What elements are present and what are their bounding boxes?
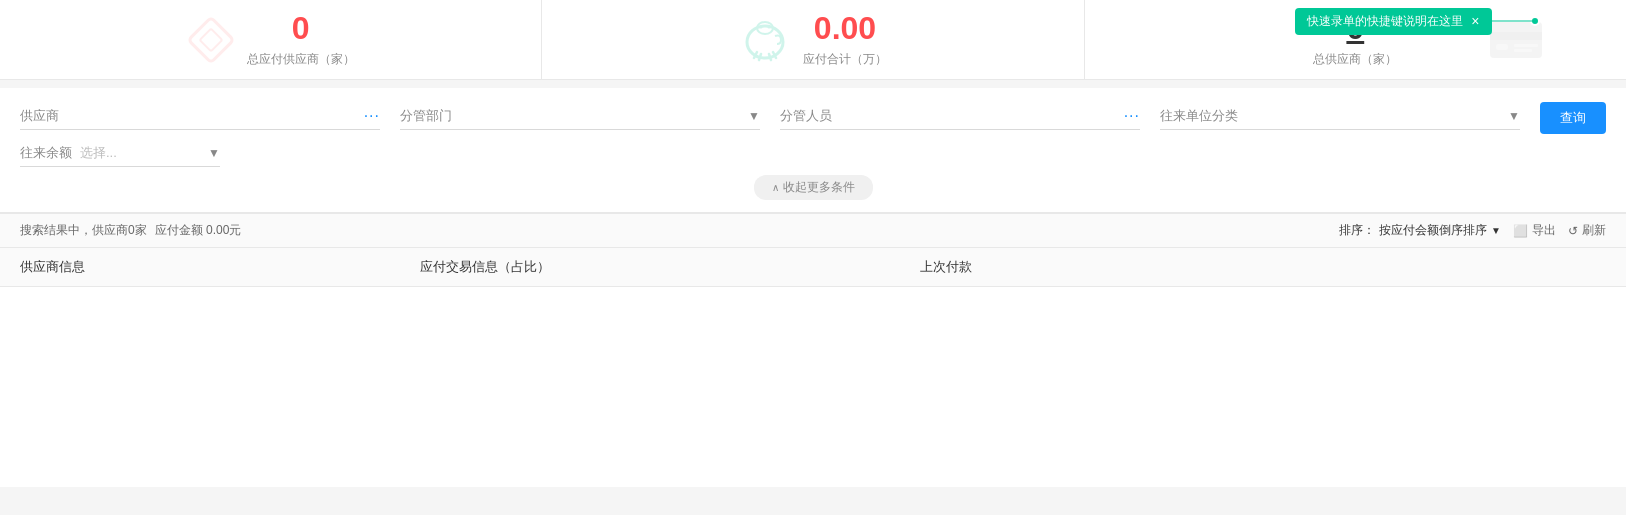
results-text: 搜索结果中，供应商0家 bbox=[20, 222, 147, 239]
sort-label: 排序： bbox=[1339, 222, 1375, 239]
filter-row-2: 往来余额 选择... ▼ bbox=[20, 144, 1606, 167]
payable-amount-label: 应付合计（万） bbox=[803, 51, 887, 68]
stat-total-suppliers: 快速录单的快捷键说明在这里 × 0 总供应商（家） bbox=[1085, 0, 1626, 80]
filter-person: 分管人员 ··· bbox=[780, 107, 1140, 130]
unit-category-input[interactable] bbox=[1246, 108, 1508, 123]
results-summary: 搜索结果中，供应商0家 应付金额 0.00元 bbox=[20, 222, 241, 239]
col-last-payment: 上次付款 bbox=[920, 258, 1606, 276]
diamond-icon bbox=[187, 16, 235, 64]
department-input[interactable] bbox=[460, 108, 748, 123]
balance-label: 往来余额 bbox=[20, 144, 72, 162]
results-amount: 应付金额 0.00元 bbox=[155, 222, 242, 239]
filter-row-1: 供应商 ··· 分管部门 ▼ 分管人员 ··· 往来单位分类 ▼ 查询 bbox=[20, 102, 1606, 134]
refresh-icon: ↺ bbox=[1568, 224, 1578, 238]
svg-point-4 bbox=[759, 25, 762, 28]
payable-suppliers-number: 0 bbox=[292, 11, 310, 46]
department-label: 分管部门 bbox=[400, 107, 452, 125]
svg-rect-0 bbox=[188, 17, 233, 62]
filter-unit-category: 往来单位分类 ▼ bbox=[1160, 107, 1520, 130]
tooltip-dot bbox=[1530, 16, 1540, 26]
refresh-label: 刷新 bbox=[1582, 222, 1606, 239]
refresh-button[interactable]: ↺ 刷新 bbox=[1568, 222, 1606, 239]
supplier-label: 供应商 bbox=[20, 107, 59, 125]
balance-arrow[interactable]: ▼ bbox=[208, 146, 220, 160]
sort-selector[interactable]: 排序： 按应付会额倒序排序 ▼ bbox=[1339, 222, 1501, 239]
department-arrow[interactable]: ▼ bbox=[748, 109, 760, 123]
col-supplier-info: 供应商信息 bbox=[20, 258, 420, 276]
tooltip-text: 快速录单的快捷键说明在这里 bbox=[1307, 13, 1463, 30]
col-transaction-info: 应付交易信息（占比） bbox=[420, 258, 920, 276]
stat-payable-amount: 0.00 应付合计（万） bbox=[542, 0, 1084, 80]
results-actions: 排序： 按应付会额倒序排序 ▼ ⬜ 导出 ↺ 刷新 bbox=[1339, 222, 1606, 239]
supplier-input[interactable] bbox=[67, 108, 364, 123]
payable-suppliers-label: 总应付供应商（家） bbox=[247, 51, 355, 68]
svg-rect-12 bbox=[1496, 44, 1508, 50]
filter-department: 分管部门 ▼ bbox=[400, 107, 760, 130]
svg-rect-13 bbox=[1514, 44, 1538, 47]
payable-amount-number: 0.00 bbox=[814, 11, 876, 46]
export-button[interactable]: ⬜ 导出 bbox=[1513, 222, 1556, 239]
collapse-section: ∧ 收起更多条件 bbox=[20, 175, 1606, 200]
collapse-button[interactable]: ∧ 收起更多条件 bbox=[754, 175, 873, 200]
tooltip-close[interactable]: × bbox=[1471, 14, 1479, 28]
person-label: 分管人员 bbox=[780, 107, 832, 125]
results-bar: 搜索结果中，供应商0家 应付金额 0.00元 排序： 按应付会额倒序排序 ▼ ⬜… bbox=[0, 213, 1626, 248]
query-button[interactable]: 查询 bbox=[1540, 102, 1606, 134]
stats-bar: 0 总应付供应商（家） 0.00 应付合计（万） bbox=[0, 0, 1626, 80]
svg-point-2 bbox=[747, 26, 783, 58]
coin-icon bbox=[739, 14, 791, 66]
table-container: 供应商信息 应付交易信息（占比） 上次付款 bbox=[0, 248, 1626, 487]
svg-rect-1 bbox=[199, 28, 222, 51]
svg-point-5 bbox=[767, 25, 770, 28]
collapse-label: 收起更多条件 bbox=[783, 179, 855, 196]
filter-supplier: 供应商 ··· bbox=[20, 107, 380, 130]
sort-arrow-icon: ▼ bbox=[1491, 225, 1501, 236]
svg-rect-11 bbox=[1490, 32, 1542, 40]
person-dots[interactable]: ··· bbox=[1124, 107, 1140, 125]
export-label: 导出 bbox=[1532, 222, 1556, 239]
shortcut-tooltip: 快速录单的快捷键说明在这里 × bbox=[1295, 8, 1491, 35]
unit-category-label: 往来单位分类 bbox=[1160, 107, 1238, 125]
total-suppliers-label: 总供应商（家） bbox=[1313, 51, 1397, 68]
sort-value: 按应付会额倒序排序 bbox=[1379, 222, 1487, 239]
table-header: 供应商信息 应付交易信息（占比） 上次付款 bbox=[0, 248, 1626, 287]
balance-placeholder: 选择... bbox=[80, 144, 208, 162]
filters-area: 供应商 ··· 分管部门 ▼ 分管人员 ··· 往来单位分类 ▼ 查询 往来余额… bbox=[0, 88, 1626, 213]
svg-rect-14 bbox=[1514, 49, 1532, 52]
person-input[interactable] bbox=[840, 108, 1124, 123]
filter-balance: 往来余额 选择... ▼ bbox=[20, 144, 220, 167]
chevron-up-icon: ∧ bbox=[772, 182, 779, 193]
table-body bbox=[0, 287, 1626, 487]
stat-payable-suppliers: 0 总应付供应商（家） bbox=[0, 0, 542, 80]
supplier-dots[interactable]: ··· bbox=[364, 107, 380, 125]
unit-category-arrow[interactable]: ▼ bbox=[1508, 109, 1520, 123]
export-icon: ⬜ bbox=[1513, 224, 1528, 238]
